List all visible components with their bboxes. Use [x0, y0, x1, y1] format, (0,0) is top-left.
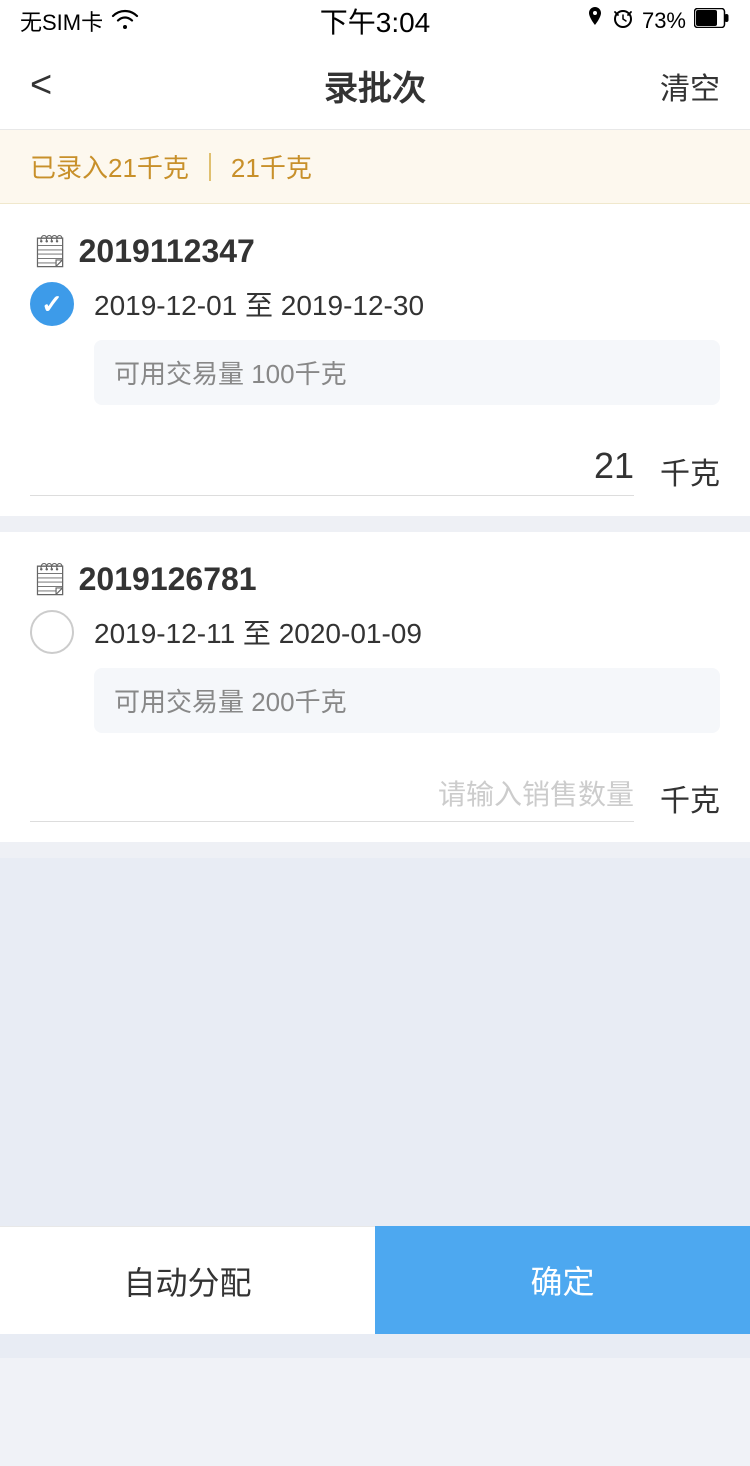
info-banner: 已录入21千克 21千克 [0, 130, 750, 204]
banner-divider [209, 153, 211, 181]
batch-2-placeholder: 请输入销售数量 [30, 773, 634, 813]
status-bar-left: 无SIM卡 [20, 5, 139, 37]
batch-1-radio[interactable] [30, 282, 74, 326]
status-bar-time: 下午3:04 [320, 1, 431, 41]
nav-bar: < 录批次 清空 [0, 42, 750, 130]
batch-1-id: 2019112347 [79, 233, 255, 270]
batch-2-available: 可用交易量 200千克 [94, 668, 720, 733]
confirm-button[interactable]: 确定 [375, 1226, 750, 1334]
status-bar-right: 73% [586, 7, 730, 35]
separator-1 [0, 516, 750, 532]
batch-1-input-wrapper[interactable]: 21 [30, 445, 634, 496]
batch-id-icon-1: 🗒 [30, 232, 71, 270]
batch-2-unit: 千克 [660, 776, 720, 820]
batch-1-date: 2019-12-01 至 2019-12-30 [94, 284, 424, 324]
separator-2 [0, 842, 750, 858]
clear-button[interactable]: 清空 [660, 64, 720, 108]
back-button[interactable]: < [30, 64, 90, 107]
carrier-label: 无SIM卡 [20, 5, 103, 37]
location-icon [586, 7, 604, 35]
batch-2-id: 2019126781 [79, 561, 257, 598]
batch-1-available: 可用交易量 100千克 [94, 340, 720, 405]
alarm-icon [612, 7, 634, 35]
batch-item-1: 🗒 2019112347 2019-12-01 至 2019-12-30 可用交… [0, 204, 750, 516]
batch-2-header: 🗒 2019126781 [30, 560, 720, 598]
auto-distribute-button[interactable]: 自动分配 [0, 1226, 375, 1334]
batch-1-select-row[interactable]: 2019-12-01 至 2019-12-30 [30, 282, 720, 326]
batch-1-quantity-row: 21 千克 [0, 429, 750, 516]
batch-2-quantity-row: 请输入销售数量 千克 [0, 757, 750, 842]
batch-2-select-row[interactable]: 2019-12-11 至 2020-01-09 [30, 610, 720, 654]
page-title: 录批次 [324, 61, 426, 110]
wifi-icon [111, 7, 139, 35]
batch-2-date: 2019-12-11 至 2020-01-09 [94, 612, 422, 652]
recorded-amount: 已录入21千克 [30, 148, 189, 185]
status-bar: 无SIM卡 下午3:04 73% [0, 0, 750, 42]
batch-item-2: 🗒 2019126781 2019-12-11 至 2020-01-09 可用交… [0, 532, 750, 842]
batch-2-input-wrapper[interactable]: 请输入销售数量 [30, 773, 634, 822]
battery-icon [694, 8, 730, 34]
batch-1-header: 🗒 2019112347 [30, 232, 720, 270]
batch-2-radio[interactable] [30, 610, 74, 654]
batch-id-icon-2: 🗒 [30, 560, 71, 598]
battery-label: 73% [642, 8, 686, 34]
batch-1-quantity-value: 21 [594, 445, 634, 487]
total-amount: 21千克 [231, 148, 312, 185]
bottom-bar: 自动分配 确定 [0, 1226, 750, 1334]
batch-1-unit: 千克 [660, 449, 720, 493]
